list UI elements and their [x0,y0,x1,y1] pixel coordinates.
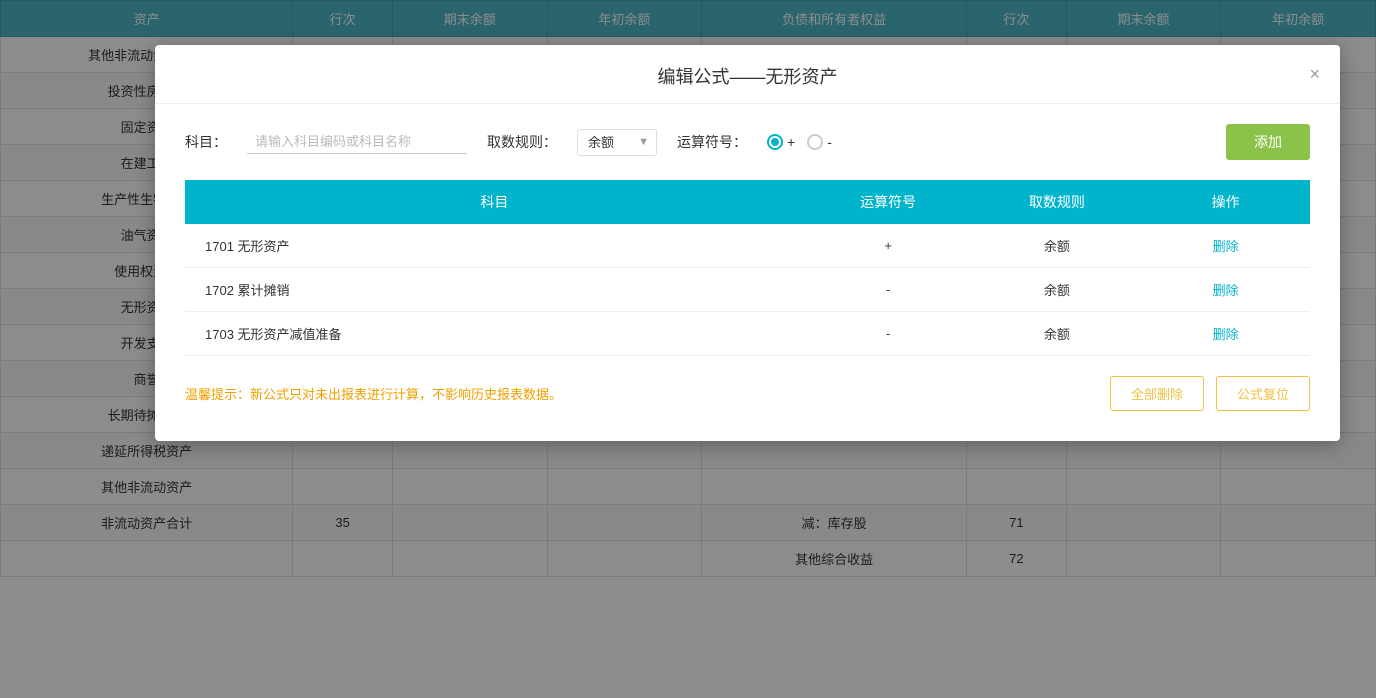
formula-action-cell: 删除 [1141,268,1310,312]
th-rule: 取数规则 [973,180,1142,224]
formula-row: 1703 无形资产减值准备-余额 删除 [185,312,1310,356]
formula-rule: 余额 [973,224,1142,268]
formula-table: 科目 运算符号 取数规则 操作 1701 无形资产+余额删除1702 累计摊销-… [185,180,1310,356]
modal-title: 编辑公式——无形资产 [658,67,838,87]
delete-row-button[interactable]: 删除 [1213,280,1239,299]
th-action: 操作 [1141,180,1310,224]
operator-minus-label: - [827,134,832,150]
operator-label: 运算符号： [677,132,747,152]
rule-select[interactable]: 余额 借方 贷方 [577,129,657,156]
modal-footer: 温馨提示：新公式只对未出报表进行计算，不影响历史报表数据。 全部删除 公式复位 [155,356,1340,411]
formula-row: 1701 无形资产+余额 删除 [185,224,1310,268]
formula-operator: + [804,224,973,268]
th-subject: 科目 [185,180,804,224]
formula-operator: - [804,312,973,356]
table-header-row: 科目 运算符号 取数规则 操作 [185,180,1310,224]
add-button[interactable]: 添加 [1226,124,1310,160]
formula-action-cell: 删除 [1141,312,1310,356]
data-table-wrapper: 科目 运算符号 取数规则 操作 1701 无形资产+余额删除1702 累计摊销-… [155,180,1340,356]
footer-tip: 温馨提示：新公式只对未出报表进行计算，不影响历史报表数据。 [185,384,562,403]
rule-label: 取数规则： [487,132,557,152]
formula-rule: 余额 [973,268,1142,312]
formula-rule: 余额 [973,312,1142,356]
formula-subject: 1701 无形资产 [185,224,804,268]
formula-action-cell: 删除 [1141,224,1310,268]
operator-minus-radio[interactable]: - [807,134,832,150]
rule-select-wrapper: 余额 借方 贷方 ▼ [577,129,657,156]
formula-subject: 1703 无形资产减值准备 [185,312,804,356]
edit-formula-modal: 编辑公式——无形资产 × 科目： 取数规则： 余额 借方 贷方 ▼ 运算符号： … [155,45,1340,441]
form-row: 科目： 取数规则： 余额 借方 贷方 ▼ 运算符号： + - 添加 [155,104,1340,180]
delete-row-button[interactable]: 删除 [1213,324,1239,343]
subject-label: 科目： [185,132,227,152]
delete-row-button[interactable]: 删除 [1213,236,1239,255]
formula-subject: 1702 累计摊销 [185,268,804,312]
operator-plus-label: + [787,134,795,150]
operator-plus-radio[interactable]: + [767,134,795,150]
reset-formula-button[interactable]: 公式复位 [1216,376,1310,411]
subject-input[interactable] [247,130,467,154]
operator-radio-group: + - [767,134,832,150]
th-operator: 运算符号 [804,180,973,224]
delete-all-button[interactable]: 全部删除 [1110,376,1204,411]
footer-buttons: 全部删除 公式复位 [1110,376,1310,411]
formula-row: 1702 累计摊销-余额 删除 [185,268,1310,312]
modal-close-button[interactable]: × [1309,65,1320,83]
radio-minus-circle [807,134,823,150]
modal-header: 编辑公式——无形资产 × [155,45,1340,104]
radio-plus-circle [767,134,783,150]
formula-operator: - [804,268,973,312]
